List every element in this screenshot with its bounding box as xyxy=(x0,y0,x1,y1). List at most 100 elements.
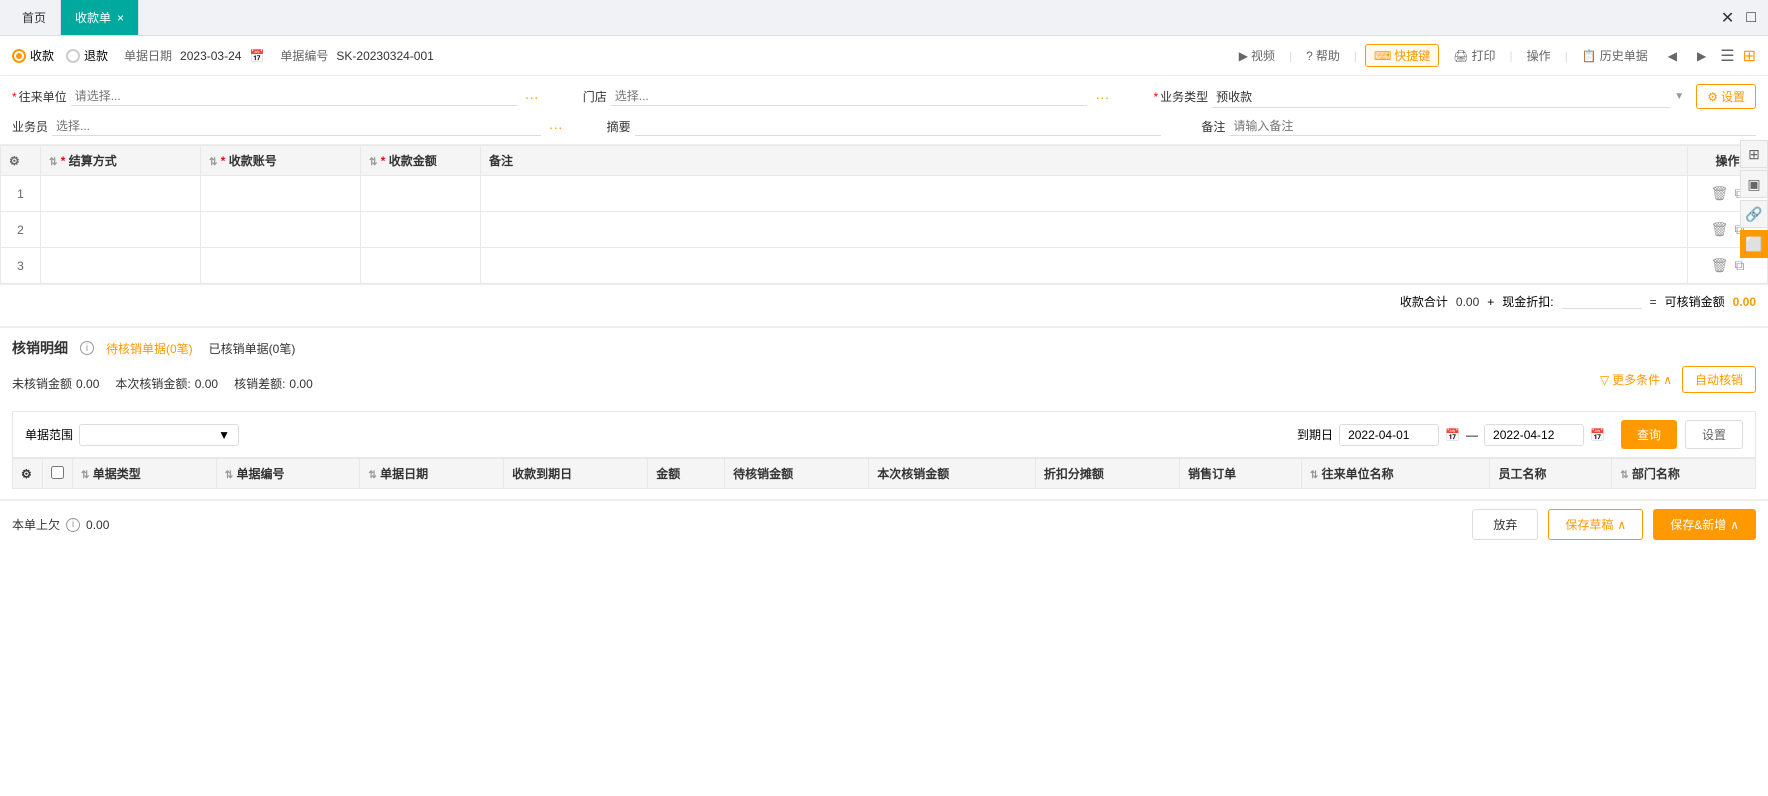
auto-verify-button[interactable]: 自动核销 xyxy=(1682,366,1756,393)
copy-icon-3[interactable]: ⧉ xyxy=(1734,257,1744,274)
store-input[interactable] xyxy=(611,87,1088,106)
right-panel-icon-2[interactable]: ▣ xyxy=(1740,170,1768,198)
date-calendar-2[interactable]: 📅 xyxy=(1590,428,1605,442)
remark-cell-3[interactable] xyxy=(481,248,1688,284)
settings-button[interactable]: ⚙ 设置 xyxy=(1696,84,1756,109)
verify-tabs: 待核销单据(0笔) 已核销单据(0笔) xyxy=(106,340,295,357)
amount-cell-1[interactable] xyxy=(361,176,481,212)
more-conditions-btn[interactable]: ▽ 更多条件 ∧ xyxy=(1600,371,1672,388)
salesperson-input[interactable] xyxy=(52,117,541,136)
diff-value: 0.00 xyxy=(289,377,312,391)
split-icon[interactable]: ⊞ xyxy=(1743,46,1756,66)
right-panel-icon-1[interactable]: ⊞ xyxy=(1740,140,1768,168)
help-btn[interactable]: ? 帮助 xyxy=(1300,45,1346,66)
amount-cell-3[interactable] xyxy=(361,248,481,284)
tab-home[interactable]: 首页 xyxy=(8,0,61,35)
business-type-label: 业务类型 xyxy=(1153,88,1208,105)
doc-range-arrow: ▼ xyxy=(218,428,230,442)
verify-section: 核销明细 i 待核销单据(0笔) 已核销单据(0笔) 未核销金额 0.00 本次… xyxy=(0,326,1768,499)
date-calendar-1[interactable]: 📅 xyxy=(1445,428,1460,442)
settlement-cell-2[interactable] xyxy=(41,212,201,248)
due-date-to-input[interactable] xyxy=(1484,424,1584,446)
on-hand-value: 0.00 xyxy=(86,518,109,532)
nav-left-btn[interactable]: ◀ xyxy=(1662,47,1683,65)
salesperson-more-btn[interactable]: ··· xyxy=(545,119,567,135)
print-btn[interactable]: 🖨 打印 xyxy=(1447,45,1501,66)
business-type-value: 预收款 xyxy=(1212,86,1670,108)
history-btn[interactable]: 📋 历史单据 xyxy=(1576,45,1654,66)
amount-cell-2[interactable] xyxy=(361,212,481,248)
account-cell-3[interactable] xyxy=(201,248,361,284)
right-panel-icon-3[interactable]: 🔗 xyxy=(1740,200,1768,228)
right-panel: ⊞ ▣ 🔗 ⬜ xyxy=(1740,140,1768,258)
business-type-select[interactable]: 预收款 ▼ xyxy=(1212,86,1684,108)
verify-settings-button[interactable]: 设置 xyxy=(1685,420,1743,449)
summary-label: 摘要 xyxy=(607,118,631,135)
table-row: 3 🗑 ⧉ xyxy=(1,248,1768,284)
counterparty-input[interactable] xyxy=(71,87,517,106)
summary-field: 摘要 xyxy=(607,117,1162,136)
settlement-cell-3[interactable] xyxy=(41,248,201,284)
discount-label: 现金折扣: xyxy=(1502,293,1553,310)
due-date-from-input[interactable] xyxy=(1339,424,1439,446)
unclaimed-value: 0.00 xyxy=(76,377,99,391)
draft-button[interactable]: 保存草稿 ∧ xyxy=(1548,509,1643,540)
done-tab[interactable]: 已核销单据(0笔) xyxy=(209,340,296,357)
refund-radio[interactable]: 退款 xyxy=(66,47,108,64)
doc-range-select[interactable]: ▼ xyxy=(79,424,239,446)
col-doc-num: ⇅ 单据编号 xyxy=(216,459,360,489)
counterparty-more-btn[interactable]: ··· xyxy=(521,89,543,105)
summary-input[interactable] xyxy=(635,117,1162,136)
unclaimed-stat: 未核销金额 0.00 xyxy=(12,375,99,392)
row-num-2: 2 xyxy=(1,212,41,248)
separator-2: | xyxy=(1354,49,1357,63)
verify-gear-col[interactable]: ⚙ xyxy=(13,459,43,489)
tab-receipt[interactable]: 收款单 × xyxy=(61,0,139,35)
pending-tab[interactable]: 待核销单据(0笔) xyxy=(106,340,193,357)
tab-expand-icon[interactable]: □ xyxy=(1742,7,1760,29)
gear-col-header[interactable]: ⚙ xyxy=(1,146,41,176)
menu-icon[interactable]: ☰ xyxy=(1720,46,1734,66)
discount-input[interactable] xyxy=(1562,294,1642,309)
query-button[interactable]: 查询 xyxy=(1621,420,1677,449)
account-cell-2[interactable] xyxy=(201,212,361,248)
account-cell-1[interactable] xyxy=(201,176,361,212)
verify-select-all[interactable] xyxy=(51,466,64,479)
tab-close-window-icon[interactable]: ✕ xyxy=(1717,6,1738,30)
operation-btn[interactable]: 操作 xyxy=(1521,45,1557,66)
remark-input[interactable] xyxy=(1229,117,1756,136)
col-due-date: 收款到期日 xyxy=(504,459,648,489)
discard-button[interactable]: 放弃 xyxy=(1472,509,1538,540)
shortcut-btn[interactable]: ⌨ 快捷键 xyxy=(1365,44,1439,67)
tab-close-icon[interactable]: × xyxy=(117,11,124,25)
row-num-1: 1 xyxy=(1,176,41,212)
due-date-label: 到期日 xyxy=(1297,426,1333,443)
right-panel-icon-4[interactable]: ⬜ xyxy=(1740,230,1768,258)
settlement-cell-1[interactable] xyxy=(41,176,201,212)
delete-icon-3[interactable]: 🗑 xyxy=(1711,257,1729,274)
verify-stats: 未核销金额 0.00 本次核销金额: 0.00 核销差额: 0.00 ▽ 更多条… xyxy=(12,366,1756,401)
remark-cell-1[interactable] xyxy=(481,176,1688,212)
business-type-field: 业务类型 预收款 ▼ xyxy=(1153,86,1684,108)
save-new-button[interactable]: 保存&新增 ∧ xyxy=(1653,509,1756,540)
verify-checkbox-col[interactable] xyxy=(43,459,73,489)
delete-icon-1[interactable]: 🗑 xyxy=(1711,185,1729,202)
on-hand-info-icon[interactable]: i xyxy=(66,518,80,532)
video-btn[interactable]: ▶ 视频 xyxy=(1233,45,1281,66)
nav-right-btn[interactable]: ▶ xyxy=(1691,47,1712,65)
draft-arrow-icon: ∧ xyxy=(1617,518,1626,532)
doc-date-calendar-icon[interactable]: 📅 xyxy=(249,49,264,63)
receipt-radio[interactable]: 收款 xyxy=(12,47,54,64)
verify-info-icon[interactable]: i xyxy=(80,341,94,355)
total-value: 0.00 xyxy=(1456,295,1479,309)
business-type-arrow: ▼ xyxy=(1674,91,1684,102)
save-new-btn-label: 保存&新增 xyxy=(1670,516,1726,533)
verify-title: 核销明细 xyxy=(12,338,68,358)
store-more-btn[interactable]: ··· xyxy=(1091,89,1113,105)
delete-icon-2[interactable]: 🗑 xyxy=(1711,221,1729,238)
due-date-filter: 到期日 📅 — 📅 xyxy=(1297,424,1605,446)
remark-cell-2[interactable] xyxy=(481,212,1688,248)
summary-row: 收款合计 0.00 + 现金折扣: = 可核销金额 0.00 xyxy=(0,284,1768,318)
form-row-2: 业务员 ··· 摘要 备注 xyxy=(12,117,1756,136)
main-content: 收款 退款 单据日期 2023-03-24 📅 单据编号 SK-20230324… xyxy=(0,36,1768,796)
